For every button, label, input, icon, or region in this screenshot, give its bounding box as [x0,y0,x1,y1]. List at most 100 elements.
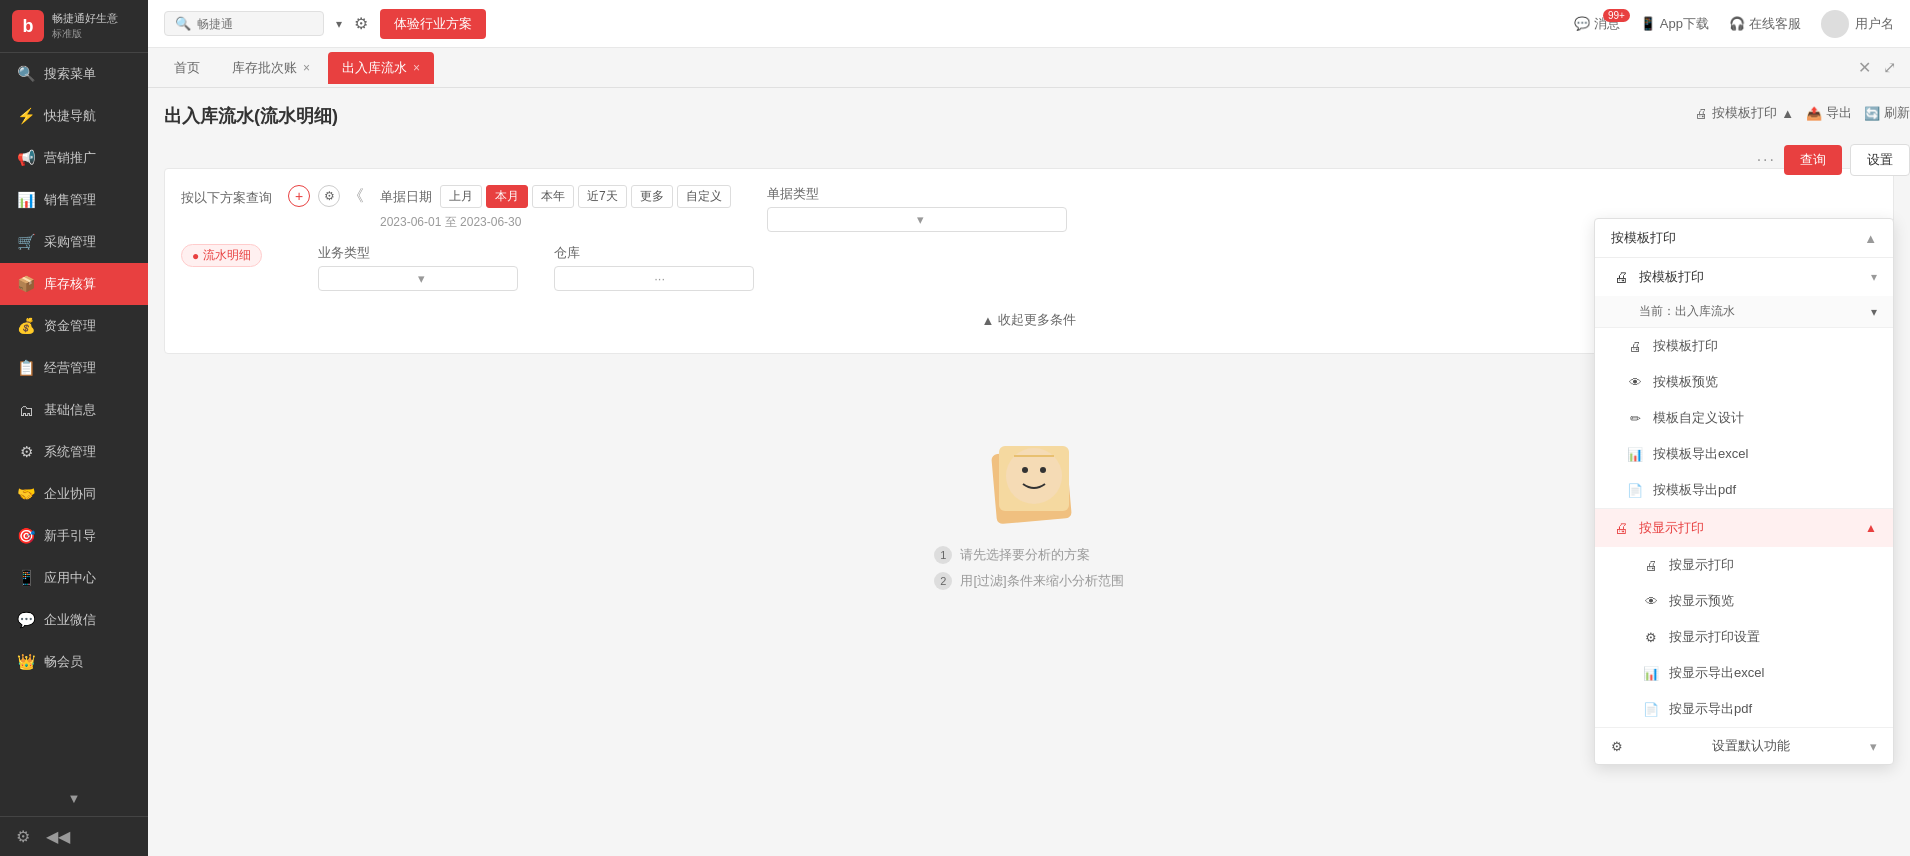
display-excel-label: 按显示导出excel [1669,664,1764,682]
warehouse-select[interactable]: ··· [554,266,754,291]
wechat-icon: 💬 [16,610,36,630]
dropdown-section-display-header[interactable]: 🖨 按显示打印 ▲ [1595,509,1893,547]
message-icon: 💬 [1574,16,1590,31]
display-excel-icon: 📊 [1643,665,1659,681]
dropdown-section-template: 🖨 按模板打印 ▾ 当前：出入库流水 ▾ 🖨 按模板打印 👁 按模板预览 [1595,258,1893,509]
dropdown-template-print[interactable]: 🖨 按模板打印 [1595,328,1893,364]
settings-icon[interactable]: ⚙ [16,827,30,846]
business-type-select[interactable]: ▾ [318,266,518,291]
sidebar-item-finance[interactable]: 💰 资金管理 [0,305,148,347]
voucher-type-label: 单据类型 [767,185,819,203]
more-icon[interactable]: ··· [1757,151,1776,169]
topbar-app-download[interactable]: 📱 App下载 [1640,15,1709,33]
topbar-user[interactable]: 用户名 [1821,10,1894,38]
dropdown-template-preview[interactable]: 👁 按模板预览 [1595,364,1893,400]
collapse-icon[interactable]: ◀◀ [46,827,70,846]
dropdown-template-export-pdf[interactable]: 📄 按模板导出pdf [1595,472,1893,508]
filter-main-label: 按以下方案查询 [181,185,272,207]
filter-add-button[interactable]: + [288,185,310,207]
logo-icon: b [12,10,44,42]
voucher-type-group: 单据类型 ▾ [767,185,1067,232]
date-current-month[interactable]: 本月 [486,185,528,208]
tab-close-btn[interactable]: ✕ [1856,56,1873,79]
dropdown-footer[interactable]: ⚙ 设置默认功能 ▾ [1595,728,1893,764]
search-icon: 🔍 [16,64,36,84]
tab-flow-close[interactable]: × [413,61,420,75]
sidebar-item-operation[interactable]: 📋 经营管理 [0,347,148,389]
dropdown-display-print-settings[interactable]: ⚙ 按显示打印设置 [1595,619,1893,655]
date-7days[interactable]: 近7天 [578,185,627,208]
display-pdf-icon: 📄 [1643,701,1659,717]
trial-button[interactable]: 体验行业方案 [380,9,486,39]
dropdown-section-template-header[interactable]: 🖨 按模板打印 ▾ [1595,258,1893,296]
sidebar-item-sales[interactable]: 📊 销售管理 [0,179,148,221]
topbar-online-service[interactable]: 🎧 在线客服 [1729,15,1801,33]
date-year[interactable]: 本年 [532,185,574,208]
topbar-gear-icon[interactable]: ⚙ [354,14,368,33]
page-title: 出入库流水(流水明细) [164,104,1894,128]
sidebar-scroll-down[interactable]: ▼ [62,785,87,812]
voucher-type-select[interactable]: ▾ [767,207,1067,232]
dropdown-display-print[interactable]: 🖨 按显示打印 [1595,547,1893,583]
tab-batch[interactable]: 库存批次账 × [218,52,324,84]
topbar-dropdown-arrow[interactable]: ▾ [336,17,342,31]
sidebar-item-purchase[interactable]: 🛒 采购管理 [0,221,148,263]
finance-icon: 💰 [16,316,36,336]
template-preview-label: 按模板预览 [1653,373,1718,391]
refresh-label: 刷新 [1884,104,1910,122]
display-print-icon: 🖨 [1643,557,1659,573]
query-action-bar: ··· 查询 设置 [1757,144,1910,176]
current-item[interactable]: 当前：出入库流水 ▾ [1595,296,1893,328]
topbar-right: 💬 消息 99+ 📱 App下载 🎧 在线客服 用户名 [1574,10,1894,38]
date-custom[interactable]: 自定义 [677,185,731,208]
dropdown-display-export-pdf[interactable]: 📄 按显示导出pdf [1595,691,1893,727]
tab-maximize-btn[interactable]: ⤢ [1881,56,1898,79]
setting-button[interactable]: 设置 [1850,144,1910,176]
sidebar-logo: b 畅捷通好生意 标准版 [0,0,148,53]
dropdown-template-export-excel[interactable]: 📊 按模板导出excel [1595,436,1893,472]
sidebar-item-shortcut[interactable]: ⚡ 快捷导航 [0,95,148,137]
collapse-icon: ▲ [982,313,995,328]
sidebar-item-wechat[interactable]: 💬 企业微信 [0,599,148,641]
sidebar-item-appstore[interactable]: 📱 应用中心 [0,557,148,599]
date-prev-month[interactable]: 上月 [440,185,482,208]
filter-tag-flow[interactable]: ● 流水明细 [181,244,262,267]
display-settings-icon: ⚙ [1643,629,1659,645]
sidebar-item-inventory[interactable]: 📦 库存核算 [0,263,148,305]
dropdown-header-arrow[interactable]: ▲ [1864,231,1877,246]
search-input[interactable] [197,17,297,31]
tab-home[interactable]: 首页 [160,52,214,84]
tab-batch-close[interactable]: × [303,61,310,75]
empty-tip-1: 1 请先选择要分析的方案 [934,546,1123,564]
filter-gear-button[interactable]: ⚙ [318,185,340,207]
sidebar-item-basic[interactable]: 🗂 基础信息 [0,389,148,431]
print-button[interactable]: 🖨 按模板打印 ▲ [1695,104,1794,122]
phone-icon: 📱 [1640,16,1656,31]
svg-point-4 [1040,467,1046,473]
sidebar-item-marketing[interactable]: 📢 营销推广 [0,137,148,179]
sidebar-item-enterprise[interactable]: 🤝 企业协同 [0,473,148,515]
template-section-label: 按模板打印 [1639,268,1871,286]
sidebar-item-system[interactable]: ⚙ 系统管理 [0,431,148,473]
sidebar-item-guide[interactable]: 🎯 新手引导 [0,515,148,557]
dropdown-display-preview[interactable]: 👁 按显示预览 [1595,583,1893,619]
export-icon: 📤 [1806,106,1822,121]
export-button[interactable]: 📤 导出 [1806,104,1852,122]
tab-flow[interactable]: 出入库流水 × [328,52,434,84]
sidebar-item-member[interactable]: 👑 畅会员 [0,641,148,683]
query-button[interactable]: 查询 [1784,145,1842,175]
refresh-button[interactable]: 🔄 刷新 [1864,104,1910,122]
filter-collapse-button[interactable]: 《 [348,186,364,207]
date-more[interactable]: 更多 [631,185,673,208]
appstore-icon: 📱 [16,568,36,588]
topbar-search-box[interactable]: 🔍 [164,11,324,36]
print-label: 按模板打印 [1712,104,1777,122]
refresh-icon: 🔄 [1864,106,1880,121]
dropdown-display-export-excel[interactable]: 📊 按显示导出excel [1595,655,1893,691]
app-label: App下载 [1660,15,1709,33]
dropdown-template-custom[interactable]: ✏ 模板自定义设计 [1595,400,1893,436]
sidebar-item-search[interactable]: 🔍 搜索菜单 [0,53,148,95]
sidebar-scroll: 🔍 搜索菜单 ⚡ 快捷导航 📢 营销推广 📊 销售管理 🛒 采购管理 📦 库存核… [0,53,148,781]
topbar-message[interactable]: 💬 消息 99+ [1574,15,1620,33]
guide-icon: 🎯 [16,526,36,546]
